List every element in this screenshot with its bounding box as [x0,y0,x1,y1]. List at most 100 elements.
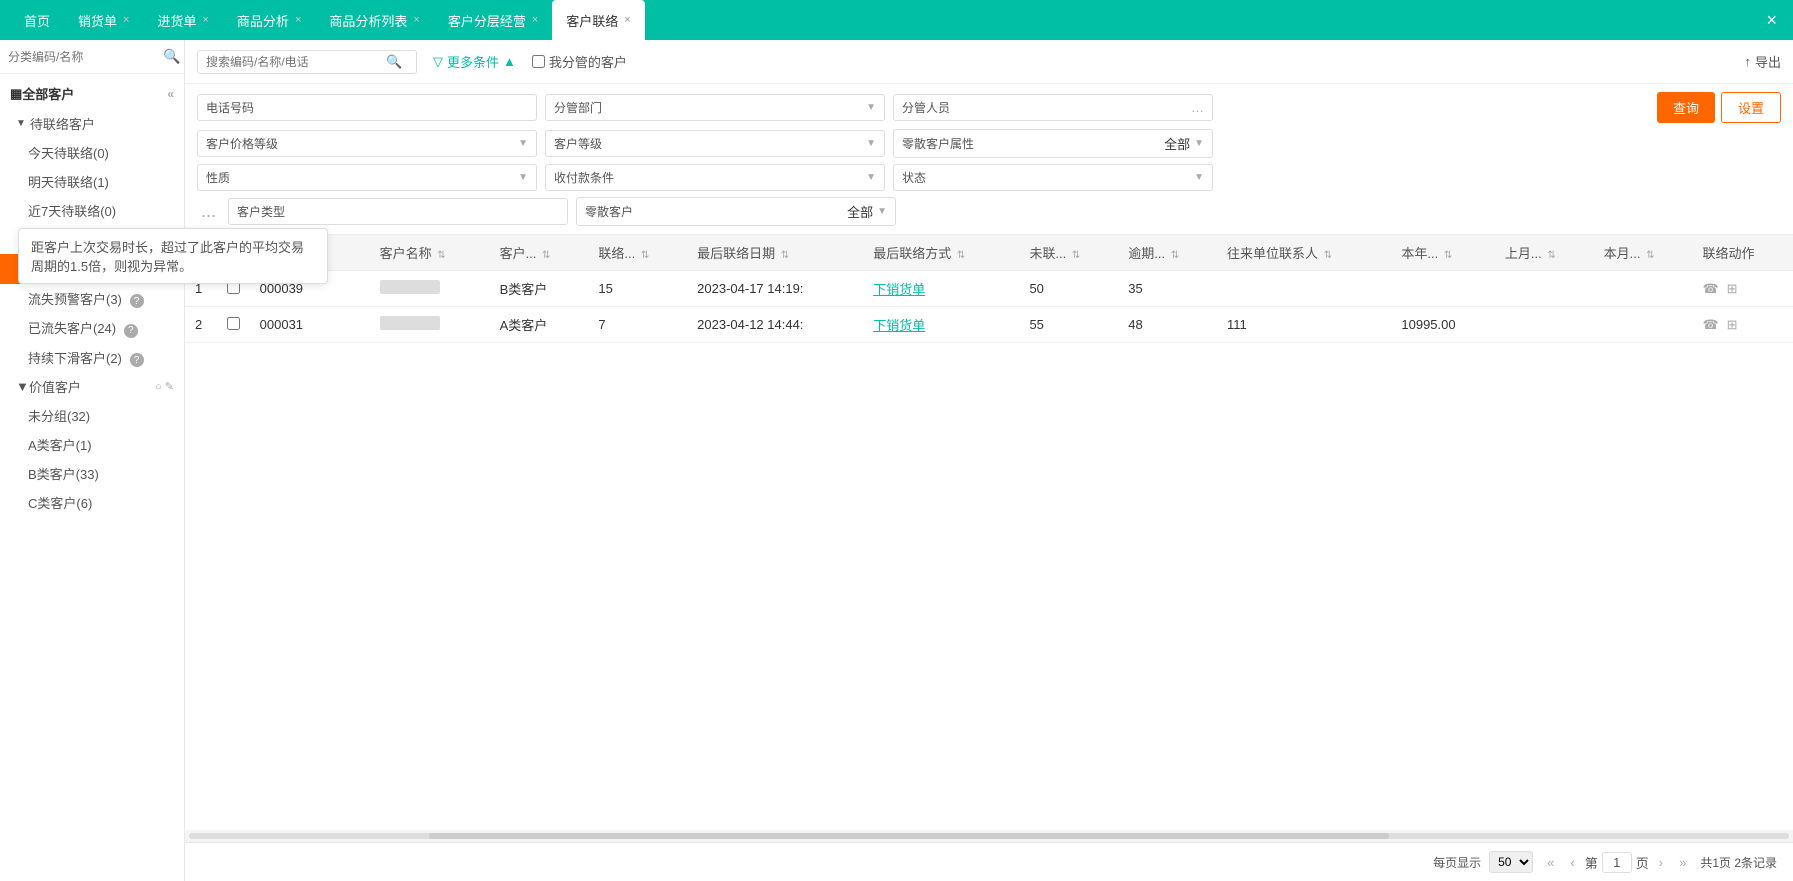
first-page-btn[interactable]: « [1541,853,1560,872]
my-customers-checkbox-area[interactable]: 我分管的客户 [532,52,627,71]
customer-type-filter[interactable]: 客户类型 [228,198,568,225]
scrollbar-thumb[interactable] [429,833,1389,839]
nav-product-list[interactable]: 商品分析列表 × [315,0,433,40]
row2-checkbox[interactable] [217,307,250,343]
col-category[interactable]: 客户... ⇅ [490,235,589,271]
query-button[interactable]: 查询 [1657,92,1715,123]
col-last-month[interactable]: 上月... ⇅ [1495,235,1594,271]
row2-action: ☎ ⊞ [1692,307,1793,343]
close-sales-tab[interactable]: × [123,14,129,26]
col-last-contact-date[interactable]: 最后联络日期 ⇅ [687,235,863,271]
nav-customer-contact[interactable]: 客户联络 × [552,0,644,40]
search-icon[interactable]: 🔍 [386,54,402,70]
sidebar-item-week-contact[interactable]: 近7天待联络(0) [0,196,184,225]
filter-bar: 🔍 ▽ 更多条件 ▲ 我分管的客户 ↑ 导出 [185,40,1793,84]
col-this-month[interactable]: 本月... ⇅ [1594,235,1693,271]
more-conditions-btn[interactable]: ▽ 更多条件 ▲ [425,48,524,75]
sidebar-item-continuous-down[interactable]: 持续下滑客户(2) ? [0,343,184,373]
close-customer-tier-tab[interactable]: × [532,14,538,26]
sidebar-value-customer-section[interactable]: ▼ 价值客户 ○ ✎ [0,372,184,401]
status-filter[interactable]: 状态 ▼ [893,164,1213,191]
prev-page-btn[interactable]: ‹ [1564,853,1580,872]
row2-no: 2 [185,307,217,343]
sidebar-search-input[interactable] [8,50,163,64]
value-customer-edit-icons[interactable]: ○ ✎ [155,380,174,393]
col-overdue[interactable]: 逾期... ⇅ [1118,235,1217,271]
sort-contact-icon: ⇅ [641,250,649,261]
customer-grade-filter[interactable]: 客户等级 ▼ [545,130,885,157]
person-filter[interactable]: 分管人员 … [893,94,1213,121]
sidebar-wait-contact-section[interactable]: ▼ 待联络客户 [0,109,184,138]
row2-name[interactable] [370,307,490,343]
retail-attr-filter[interactable]: 零散客户属性 全部 ▼ [893,129,1213,158]
row2-call-icon[interactable]: ☎ [1702,317,1718,333]
sidebar-item-already-lost[interactable]: 已流失客户(24) ? [0,313,184,343]
sort-last-month-icon: ⇅ [1547,250,1555,261]
col-action: 联络动作 [1692,235,1793,271]
sidebar-item-c-class[interactable]: C类客户(6) [0,488,184,517]
price-grade-filter[interactable]: 客户价格等级 ▼ [197,130,537,157]
col-this-year[interactable]: 本年... ⇅ [1391,235,1495,271]
search-wrapper: 🔍 [197,50,417,74]
col-name[interactable]: 客户名称 ⇅ [370,235,490,271]
close-product-analysis-tab[interactable]: × [295,14,301,26]
row2-not-contact: 55 [1019,307,1118,343]
retail-customer-filter[interactable]: 零散客户 全部 ▼ [576,197,896,226]
row1-last-contact-way[interactable]: 下销货单 [863,271,1019,307]
sidebar-item-b-class[interactable]: B类客户(33) [0,459,184,488]
price-grade-dropdown-icon: ▼ [518,138,528,149]
sidebar-all-customers[interactable]: ▦ 全部客户 « [0,78,184,109]
my-customers-checkbox[interactable] [532,55,545,68]
person-more-icon[interactable]: … [1191,100,1204,115]
table-row: 2 000031 A类客户 7 2023-04-12 14:44: 下销货单 5… [185,307,1793,343]
row2-select-checkbox[interactable] [227,317,240,330]
sidebar-collapse-btn[interactable]: « [167,87,174,101]
current-page-input[interactable]: 1 [1602,852,1632,873]
sidebar-item-tomorrow-contact[interactable]: 明天待联络(1) [0,167,184,196]
filter-row-3: 性质 ▼ 收付款条件 ▼ 状态 ▼ [197,164,1781,191]
last-page-btn[interactable]: » [1673,853,1692,872]
sort-this-month-icon: ⇅ [1646,250,1654,261]
col-last-contact-way[interactable]: 最后联络方式 ⇅ [863,235,1019,271]
nav-customer-tier[interactable]: 客户分层经营 × [434,0,552,40]
settings-button[interactable]: 设置 [1721,92,1781,123]
next-page-btn[interactable]: › [1653,853,1669,872]
customer-grade-dropdown-icon: ▼ [866,138,876,149]
sidebar-search-area: 🔍 [0,40,184,74]
nav-sales[interactable]: 销货单 × [64,0,143,40]
row1-name[interactable] [370,271,490,307]
more-filter-btn[interactable]: ... [197,201,220,222]
close-purchase-tab[interactable]: × [202,14,208,26]
row1-last-contact-date: 2023-04-17 14:19: [687,271,863,307]
sidebar-search-icon[interactable]: 🔍 [163,48,180,65]
per-page-select[interactable]: 50 [1489,851,1533,873]
col-not-contact[interactable]: 未联... ⇅ [1019,235,1118,271]
row1-category: B类客户 [490,271,589,307]
col-unit-contact[interactable]: 往来单位联系人 ⇅ [1217,235,1391,271]
nav-product-analysis[interactable]: 商品分析 × [223,0,315,40]
gender-filter[interactable]: 性质 ▼ [197,164,537,191]
row1-menu-icon[interactable]: ⊞ [1727,281,1738,297]
main-search-input[interactable] [206,55,386,69]
nav-purchase[interactable]: 进货单 × [143,0,222,40]
row1-call-icon[interactable]: ☎ [1702,281,1718,297]
close-product-list-tab[interactable]: × [413,14,419,26]
horizontal-scrollbar[interactable] [185,830,1793,842]
sidebar-item-a-class[interactable]: A类客户(1) [0,430,184,459]
export-button[interactable]: ↑ 导出 [1744,52,1781,71]
chevron-down-icon-2: ▼ [16,379,29,394]
sidebar-item-today-contact[interactable]: 今天待联络(0) [0,138,184,167]
nav-home[interactable]: 首页 [10,0,64,40]
window-close-button[interactable]: × [1760,10,1783,31]
col-contact[interactable]: 联络... ⇅ [588,235,687,271]
content-area: 🔍 ▽ 更多条件 ▲ 我分管的客户 ↑ 导出 电话号码 [185,40,1793,881]
dept-filter[interactable]: 分管部门 ▼ [545,94,885,121]
row2-menu-icon[interactable]: ⊞ [1727,317,1738,333]
already-lost-help-icon: ? [124,324,138,338]
close-customer-contact-tab[interactable]: × [624,14,630,26]
sidebar-item-ungrouped[interactable]: 未分组(32) [0,401,184,430]
row2-last-contact-way[interactable]: 下销货单 [863,307,1019,343]
sidebar-item-lost-pre[interactable]: 流失预警客户(3) ? [0,284,184,314]
payment-filter[interactable]: 收付款条件 ▼ [545,164,885,191]
phone-filter[interactable]: 电话号码 [197,94,537,121]
